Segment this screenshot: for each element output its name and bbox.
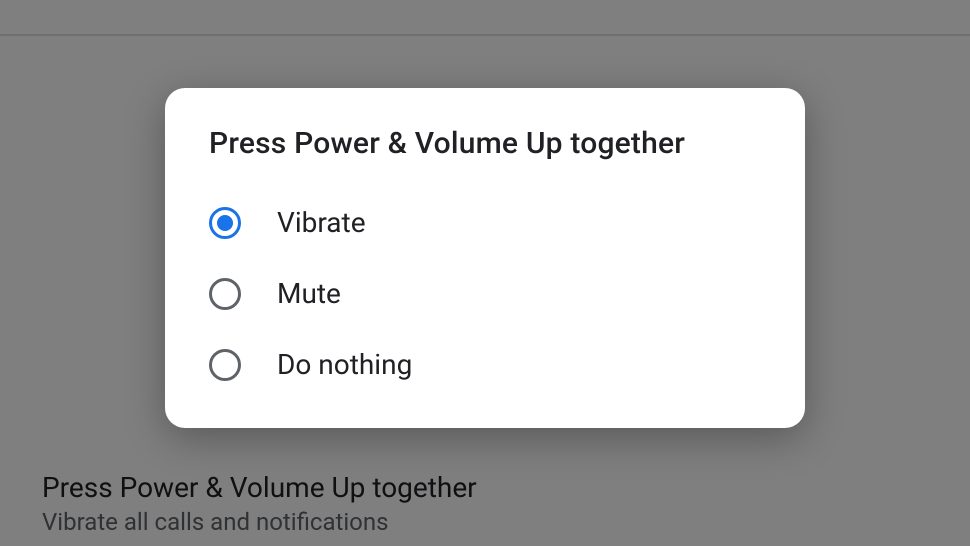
- radio-options-list: Vibrate Mute Do nothing: [209, 187, 761, 400]
- shortcut-dialog: Press Power & Volume Up together Vibrate…: [165, 88, 805, 428]
- radio-label: Vibrate: [277, 206, 366, 239]
- dialog-title: Press Power & Volume Up together: [209, 126, 761, 161]
- radio-option-mute[interactable]: Mute: [209, 258, 761, 329]
- radio-label: Do nothing: [277, 348, 412, 381]
- radio-option-do-nothing[interactable]: Do nothing: [209, 329, 761, 400]
- radio-icon: [209, 349, 241, 381]
- radio-icon: [209, 278, 241, 310]
- radio-option-vibrate[interactable]: Vibrate: [209, 187, 761, 258]
- radio-icon: [209, 207, 241, 239]
- radio-label: Mute: [277, 277, 341, 310]
